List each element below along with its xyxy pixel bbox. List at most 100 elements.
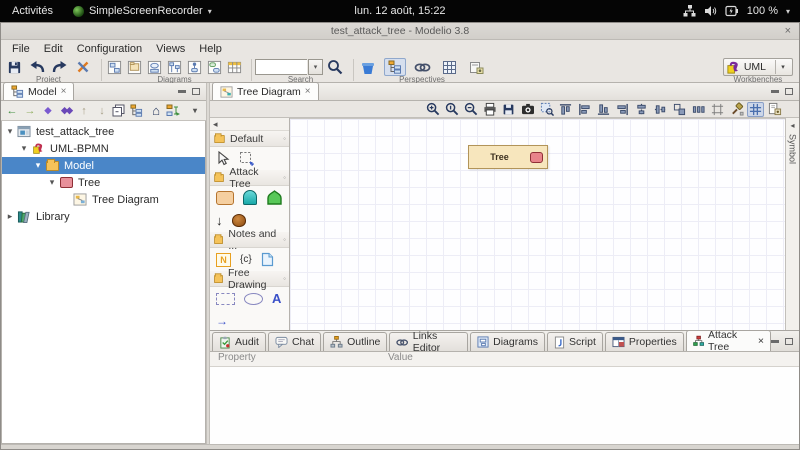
tab-audit[interactable]: Audit	[212, 332, 266, 351]
distribute-button[interactable]	[690, 102, 707, 117]
print-button[interactable]	[481, 102, 498, 117]
move-down-button[interactable]: ↓	[94, 105, 110, 117]
tree-row-model[interactable]: ▾ Model	[2, 157, 205, 174]
tab-chat[interactable]: Chat	[267, 332, 322, 351]
tab-script[interactable]: Script	[547, 332, 603, 351]
transfer-arrow-tool[interactable]: ↓	[216, 213, 223, 228]
matrix-button[interactable]	[225, 58, 244, 76]
workbench-selector[interactable]: UML ▾	[722, 58, 793, 76]
workbench-dropdown-arrow[interactable]: ▾	[775, 60, 790, 74]
column-value[interactable]: Value	[388, 352, 413, 366]
configure-perspective-button[interactable]	[465, 58, 487, 76]
menu-help[interactable]: Help	[192, 42, 229, 56]
expander-icon[interactable]: ▾	[46, 177, 58, 188]
pin-icon[interactable]: ◦	[283, 134, 286, 143]
window-close-button[interactable]: ×	[777, 25, 799, 37]
palette-group-default[interactable]: Default ◦	[210, 131, 289, 147]
close-icon[interactable]: ×	[61, 86, 67, 97]
close-icon[interactable]: ×	[305, 86, 311, 97]
app-menu[interactable]: SimpleScreenRecorder ▾	[65, 5, 220, 17]
menu-views[interactable]: Views	[149, 42, 192, 56]
navigate-forward-button[interactable]: →	[22, 105, 38, 117]
tab-tree-diagram[interactable]: Tree Diagram ×	[212, 82, 319, 100]
tab-diagrams[interactable]: Diagrams	[470, 332, 546, 351]
symbol-tab-label[interactable]: Symbol	[788, 134, 798, 164]
rectangle-tool[interactable]	[216, 292, 235, 305]
zoom-in-button[interactable]	[424, 102, 441, 117]
navigate-back-button[interactable]: ←	[4, 105, 20, 117]
minimize-button[interactable]	[771, 90, 779, 93]
column-property[interactable]: Property	[210, 352, 388, 366]
tree-root-node[interactable]: Tree	[468, 145, 548, 169]
minimize-button[interactable]	[771, 339, 779, 343]
state-diagram-button[interactable]	[205, 58, 224, 76]
property-table-body[interactable]	[210, 367, 799, 444]
tree-row-tree-diagram[interactable]: Tree Diagram	[2, 191, 205, 208]
close-icon[interactable]: ×	[758, 335, 764, 347]
fit-to-content-button[interactable]	[709, 102, 726, 117]
title-bar[interactable]: test_attack_tree - Modelio 3.8 ×	[1, 23, 799, 40]
matrix-view-button[interactable]	[438, 58, 460, 76]
grid-toggle-button[interactable]	[747, 101, 764, 117]
usecase-diagram-button[interactable]	[145, 58, 164, 76]
constraint-tool[interactable]: {c}	[240, 254, 252, 265]
tree-row-tree[interactable]: ▾ Tree	[2, 174, 205, 191]
tree-view-button[interactable]	[130, 104, 146, 117]
align-bottom-button[interactable]	[595, 102, 612, 117]
home-button[interactable]: ⌂	[148, 103, 164, 118]
marquee-zoom-tool[interactable]	[239, 151, 255, 166]
center-vertically-button[interactable]	[633, 102, 650, 117]
expander-icon[interactable]: ▾	[4, 126, 16, 137]
document-tool[interactable]	[261, 252, 274, 267]
sequence-diagram-button[interactable]	[165, 58, 184, 76]
center-horizontally-button[interactable]	[652, 102, 669, 117]
diagram-canvas[interactable]: Tree	[290, 118, 785, 330]
pin-icon[interactable]: ◦	[283, 274, 286, 283]
view-menu-button[interactable]: ▾	[187, 106, 203, 115]
search-history-dropdown[interactable]: ▾	[308, 59, 323, 75]
selection-history-button[interactable]: ◆◆	[58, 105, 74, 116]
or-gate-tool[interactable]	[266, 190, 283, 205]
previous-selection-button[interactable]: ◆	[40, 105, 56, 116]
maximize-button[interactable]	[192, 88, 200, 95]
save-image-button[interactable]	[500, 102, 517, 117]
pin-icon[interactable]: ◦	[283, 235, 286, 244]
zoom-out-button[interactable]	[462, 102, 479, 117]
expander-icon[interactable]: ▾	[18, 143, 30, 154]
package-diagram-button[interactable]	[125, 58, 144, 76]
zoom-100-button[interactable]	[443, 102, 460, 117]
align-top-button[interactable]	[557, 102, 574, 117]
attack-node-tool[interactable]	[216, 190, 234, 205]
screenshot-button[interactable]	[519, 102, 536, 117]
palette-collapse-button[interactable]: ◂	[210, 118, 289, 131]
menu-configuration[interactable]: Configuration	[70, 42, 149, 56]
maximize-button[interactable]	[785, 88, 793, 95]
links-button[interactable]	[411, 58, 433, 76]
tab-outline[interactable]: Outline	[323, 332, 388, 351]
note-tool[interactable]: N	[216, 252, 231, 267]
line-tool[interactable]: →	[216, 314, 228, 328]
same-size-button[interactable]	[671, 102, 688, 117]
selection-tool[interactable]	[216, 151, 230, 166]
tree-row-umlbpmn[interactable]: ▾ UML-BPMN	[2, 140, 205, 157]
expander-icon[interactable]: ▾	[32, 160, 44, 171]
tree-row-library[interactable]: ▸ Library	[2, 208, 205, 225]
tab-properties[interactable]: Properties	[604, 332, 684, 351]
search-button[interactable]	[324, 58, 346, 76]
system-status-area[interactable]: 100 % ▾	[683, 5, 800, 17]
link-with-editor-button[interactable]	[166, 104, 182, 117]
search-input[interactable]	[255, 59, 307, 75]
palette-group-notes[interactable]: Notes and ... ◦	[210, 228, 289, 252]
tools-button[interactable]	[72, 58, 94, 76]
model-tree-button[interactable]	[384, 58, 406, 76]
activities-button[interactable]: Activités	[0, 5, 65, 17]
tree-row-project[interactable]: ▾ test_attack_tree	[2, 123, 205, 140]
align-left-button[interactable]	[576, 102, 593, 117]
tab-attack-tree[interactable]: Attack Tree ×	[685, 329, 771, 353]
expander-icon[interactable]: ▸	[4, 211, 16, 222]
pin-icon[interactable]: ◦	[283, 173, 286, 182]
page-setup-button[interactable]	[766, 102, 783, 117]
and-gate-tool[interactable]	[242, 190, 257, 205]
minimize-button[interactable]	[178, 90, 186, 93]
model-container-button[interactable]	[357, 58, 379, 76]
